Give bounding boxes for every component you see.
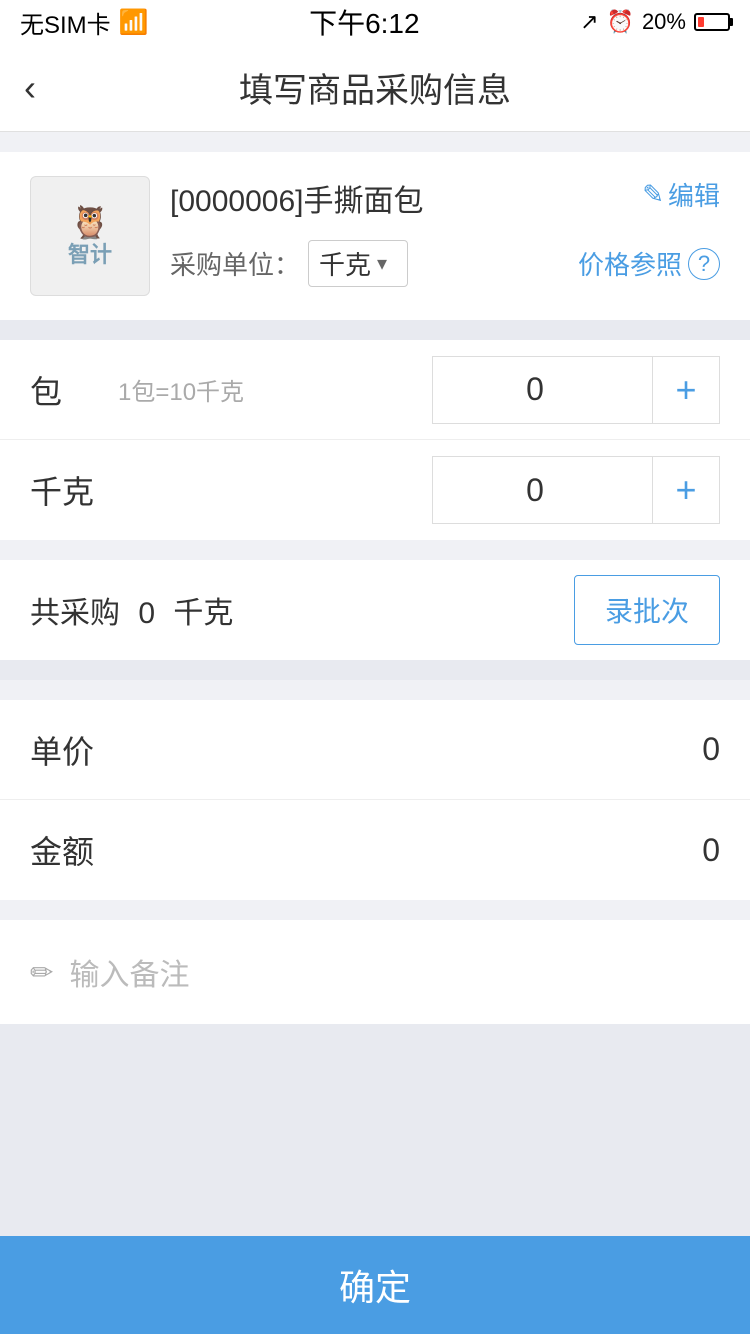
status-right: ↗ ⏰ 20% <box>580 9 730 35</box>
pencil-icon: ✏ <box>30 956 53 989</box>
kg-input-group: + <box>432 456 720 524</box>
divider-2 <box>0 660 750 680</box>
status-left: 无SIM卡 📶 <box>20 5 149 40</box>
carrier-label: 无SIM卡 <box>20 5 111 40</box>
page-title: 填写商品采购信息 <box>239 63 511 112</box>
product-logo: 🦉 智计 <box>68 205 112 266</box>
status-time: 下午6:12 <box>309 2 420 42</box>
status-bar: 无SIM卡 📶 下午6:12 ↗ ⏰ 20% <box>0 0 750 44</box>
summary-prefix: 共采购 <box>30 597 120 630</box>
unit-prefix-label: 采购单位： <box>170 245 300 282</box>
amount-label: 金额 <box>30 827 94 873</box>
record-batch-button[interactable]: 录批次 <box>574 575 720 645</box>
remark-section[interactable]: ✏ 输入备注 <box>0 920 750 1024</box>
summary-row: 共采购 0 千克 录批次 <box>0 560 750 660</box>
product-name: [0000006]手撕面包 <box>170 176 423 220</box>
summary-section: 共采购 0 千克 录批次 <box>0 560 750 660</box>
price-ref-button[interactable]: 价格参照 ? <box>578 245 720 282</box>
battery-percent: 20% <box>642 9 686 35</box>
edit-label: 编辑 <box>668 176 720 213</box>
price-row: 单价 0 <box>0 700 750 800</box>
kg-plus-button[interactable]: + <box>652 456 720 524</box>
amount-value: 0 <box>702 832 720 869</box>
bag-plus-button[interactable]: + <box>652 356 720 424</box>
alarm-icon: ⏰ <box>607 9 634 35</box>
location-icon: ↗ <box>580 9 598 35</box>
bag-label: 包 <box>30 367 110 413</box>
product-card: 🦉 智计 [0000006]手撕面包 ✎ 编辑 采购单位： 千克 ▾ 价格参照 … <box>0 152 750 320</box>
bag-sublabel: 1包=10千克 <box>118 372 244 407</box>
amount-row: 金额 0 <box>0 800 750 900</box>
back-button[interactable]: ‹ <box>24 67 36 109</box>
kg-label: 千克 <box>30 467 110 513</box>
unit-select[interactable]: 千克 ▾ <box>308 240 408 287</box>
dropdown-icon: ▾ <box>377 251 387 276</box>
battery-icon <box>694 13 730 31</box>
kg-row: 千克 + <box>0 440 750 540</box>
input-section: 包 1包=10千克 + 千克 + <box>0 340 750 540</box>
price-value: 0 <box>702 731 720 768</box>
edit-icon: ✎ <box>642 179 664 210</box>
kg-quantity-input[interactable] <box>432 456 652 524</box>
wifi-icon: 📶 <box>119 8 149 37</box>
remark-placeholder: 输入备注 <box>69 950 189 994</box>
bag-quantity-input[interactable] <box>432 356 652 424</box>
confirm-button[interactable]: 确定 <box>0 1236 750 1334</box>
bag-input-group: + <box>432 356 720 424</box>
edit-button[interactable]: ✎ 编辑 <box>642 176 720 213</box>
bag-row: 包 1包=10千克 + <box>0 340 750 440</box>
product-unit-row: 采购单位： 千克 ▾ 价格参照 ? <box>170 240 720 287</box>
divider-1 <box>0 320 750 340</box>
product-image: 🦉 智计 <box>30 176 150 296</box>
product-info: [0000006]手撕面包 ✎ 编辑 采购单位： 千克 ▾ 价格参照 ? <box>170 176 720 287</box>
price-label: 单价 <box>30 727 94 773</box>
summary-unit: 千克 <box>173 597 233 630</box>
unit-value: 千克 <box>319 245 371 282</box>
detail-section: 单价 0 金额 0 <box>0 700 750 900</box>
summary-amount: 0 <box>138 597 155 630</box>
nav-bar: ‹ 填写商品采购信息 <box>0 44 750 132</box>
price-ref-label: 价格参照 <box>578 245 682 282</box>
help-icon: ? <box>688 248 720 280</box>
product-name-row: [0000006]手撕面包 ✎ 编辑 <box>170 176 720 220</box>
summary-label: 共采购 0 千克 <box>30 588 233 632</box>
